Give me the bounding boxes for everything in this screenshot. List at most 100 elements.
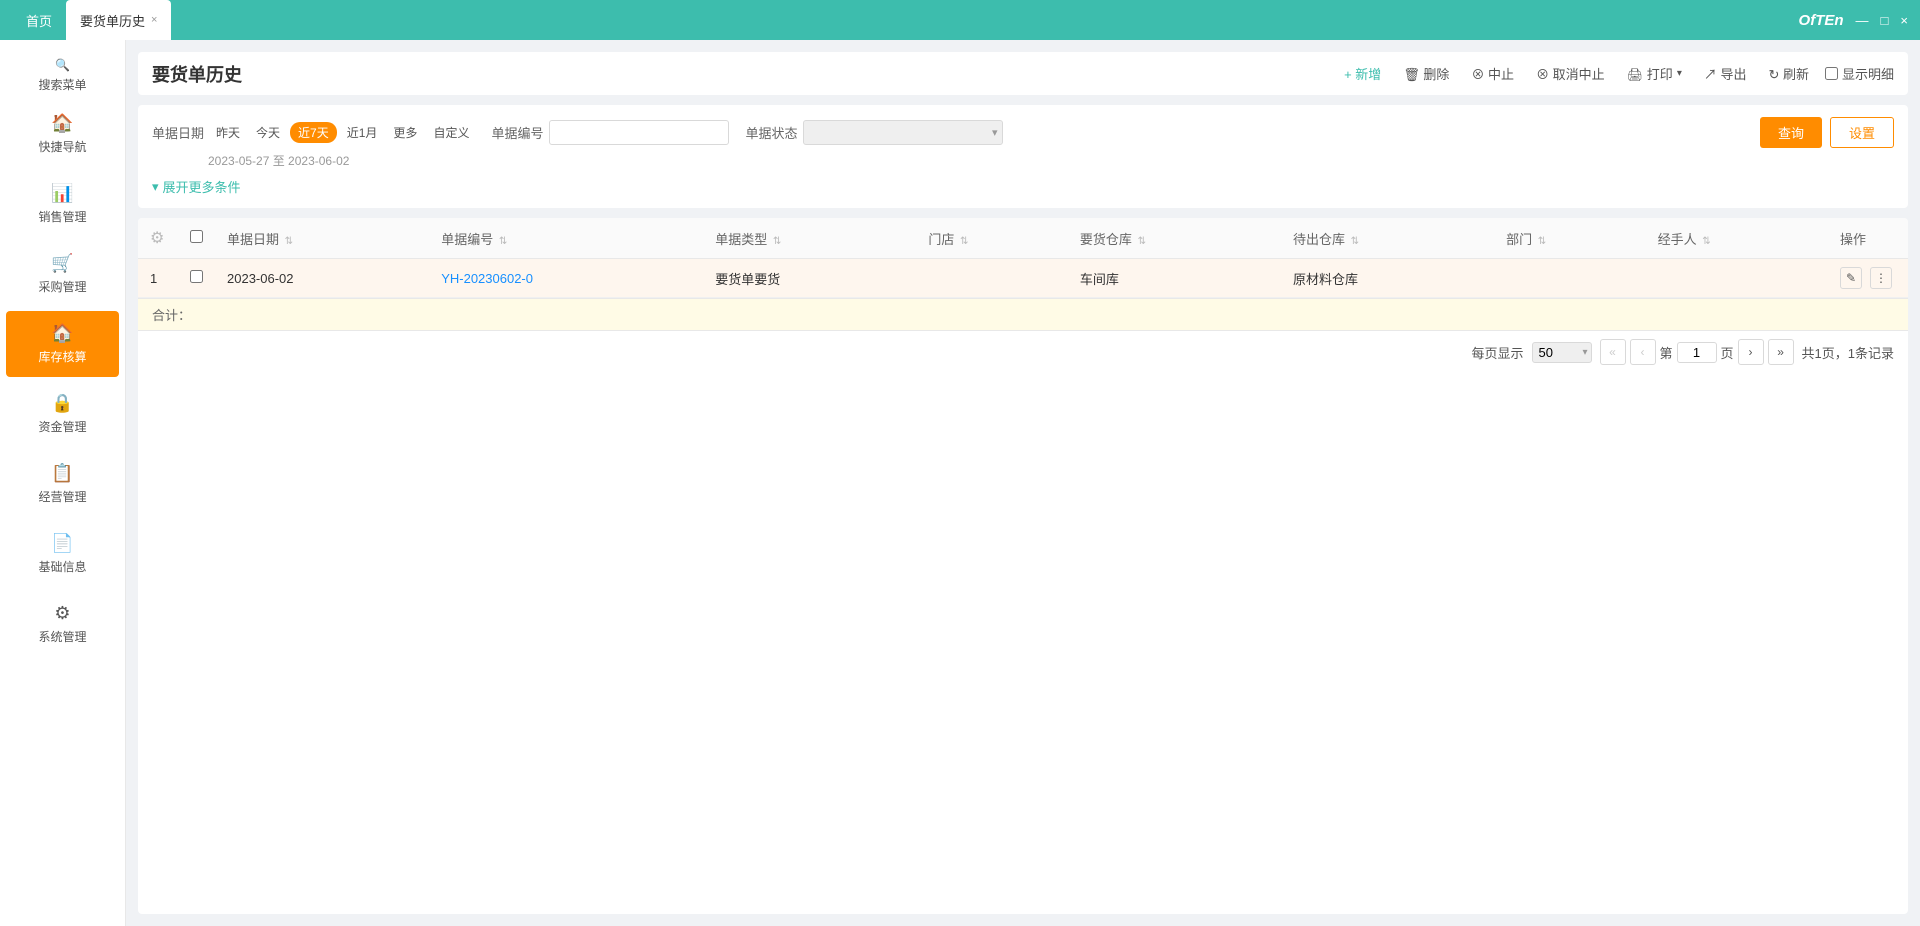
shortcut-1month[interactable]: 近1月 [341,122,384,143]
th-warehouse: 要货仓库 ⇅ [1068,218,1281,259]
sidebar-item-basic[interactable]: 📄 基础信息 [6,521,119,587]
page-input[interactable] [1677,342,1717,363]
print-arrow-icon: ▾ [1677,68,1682,79]
shortcut-7days[interactable]: 近7天 [290,122,337,143]
page-unit: 页 [1721,343,1734,362]
row-edit-btn[interactable]: ✎ [1840,267,1862,289]
filter-settings-button[interactable]: 设置 [1830,117,1894,148]
inventory-icon: 🏠 [51,323,73,344]
finance-icon: 🔒 [51,393,73,414]
date-filter: 单据日期 昨天 今天 近7天 近1月 更多 自定义 [152,122,475,143]
table-row: 1 2023-06-02 YH-20230602-0 要货单要货 车间库 原材料… [138,259,1908,298]
page-nav: « ‹ 第 页 › » [1600,339,1794,365]
export-button[interactable]: ↗ 导出 [1698,60,1753,87]
page-title-bar: 要货单历史 + 新增 🗑 删除 ⊗ 中止 ⊗ 取消中止 🖨 打印 ▾ [138,52,1908,95]
th-orderno-label: 单据编号 [441,232,493,247]
sort-type-icon[interactable]: ⇅ [773,236,781,247]
row-pending-warehouse: 原材料仓库 [1281,259,1494,298]
content-area: 要货单历史 + 新增 🗑 删除 ⊗ 中止 ⊗ 取消中止 🖨 打印 ▾ [126,40,1920,926]
search-icon: 🔍 [55,58,70,72]
sort-store-icon[interactable]: ⇅ [960,236,968,247]
sidebar-item-sales[interactable]: 📊 销售管理 [6,171,119,237]
shortcut-today[interactable]: 今天 [250,122,286,143]
last-page-btn[interactable]: » [1768,339,1794,365]
shortcut-custom[interactable]: 自定义 [427,122,475,143]
sort-warehouse-icon[interactable]: ⇅ [1138,236,1146,247]
sidebar-search[interactable]: 🔍 搜索菜单 [0,48,125,99]
sort-date-icon[interactable]: ⇅ [285,236,293,247]
toolbar: + 新增 🗑 删除 ⊗ 中止 ⊗ 取消中止 🖨 打印 ▾ ↗ 导出 [1338,60,1894,87]
display-detail-toggle[interactable]: 显示明细 [1825,64,1894,83]
sort-dept-icon[interactable]: ⇅ [1538,236,1546,247]
orderno-label: 单据编号 [491,123,543,142]
sales-icon: 📊 [51,183,73,204]
tab-order-history[interactable]: 要货单历史 × [66,0,171,40]
select-all-checkbox[interactable] [190,230,203,243]
display-detail-checkbox[interactable] [1825,67,1838,80]
checkbox-col-header [178,218,215,259]
sidebar-item-operations[interactable]: 📋 经营管理 [6,451,119,517]
date-range-display: 2023-05-27 至 2023-06-02 [152,152,1894,169]
page-size-label: 每页显示 [1471,343,1523,362]
expand-more-btn[interactable]: ▾ 展开更多条件 [152,177,1894,196]
table-settings-icon[interactable]: ⚙ [150,230,164,247]
th-type-label: 单据类型 [715,232,767,247]
refresh-button[interactable]: ↻ 刷新 [1762,60,1815,87]
sidebar-item-shortcut[interactable]: 🏠 快捷导航 [6,101,119,167]
orderno-input[interactable] [549,120,729,145]
stop-label: ⊗ 中止 [1471,64,1514,83]
row-select-checkbox[interactable] [190,270,203,283]
maximize-btn[interactable]: □ [1881,13,1889,28]
cancel-stop-button[interactable]: ⊗ 取消中止 [1530,60,1611,87]
minimize-btn[interactable]: — [1856,13,1869,28]
new-label: + 新增 [1344,64,1381,83]
close-btn[interactable]: × [1900,13,1908,28]
filter-bar: 单据日期 昨天 今天 近7天 近1月 更多 自定义 单据编号 [138,105,1908,208]
new-button[interactable]: + 新增 [1338,60,1387,87]
query-button[interactable]: 查询 [1760,117,1822,148]
sidebar-item-inventory[interactable]: 🏠 库存核算 [6,311,119,377]
sidebar-item-system[interactable]: ⚙ 系统管理 [6,591,119,657]
sidebar-item-purchase[interactable]: 🛒 采购管理 [6,241,119,307]
first-page-btn[interactable]: « [1600,339,1626,365]
page-size-select[interactable]: 50 20 100 [1532,342,1592,363]
window-controls: OfTEn — □ × [1799,12,1908,29]
sidebar-item-finance-label: 资金管理 [38,418,86,435]
sidebar-item-finance[interactable]: 🔒 资金管理 [6,381,119,447]
th-department: 部门 ⇅ [1494,218,1646,259]
sidebar: 🔍 搜索菜单 🏠 快捷导航 📊 销售管理 🛒 采购管理 🏠 库存核算 🔒 资金管… [0,40,126,926]
data-table: ⚙ 单据日期 ⇅ 单据编号 ⇅ [138,218,1908,298]
next-page-btn[interactable]: › [1738,339,1764,365]
sidebar-search-label: 搜索菜单 [38,76,86,93]
sidebar-item-system-label: 系统管理 [38,628,86,645]
stop-button[interactable]: ⊗ 中止 [1465,60,1520,87]
prev-page-btn[interactable]: ‹ [1630,339,1656,365]
shortcut-more[interactable]: 更多 [387,122,423,143]
settings-col-header: ⚙ [138,218,178,259]
status-select[interactable] [803,120,1003,145]
print-button[interactable]: 🖨 打印 ▾ [1621,60,1688,87]
th-date-label: 单据日期 [227,232,279,247]
row-orderno: YH-20230602-0 [429,259,703,298]
delete-button[interactable]: 🗑 删除 [1397,60,1455,87]
table-body: 1 2023-06-02 YH-20230602-0 要货单要货 车间库 原材料… [138,259,1908,298]
sort-handler-icon[interactable]: ⇅ [1702,236,1710,247]
pagination-bar: 每页显示 50 20 100 ▾ « ‹ 第 页 › » [138,330,1908,373]
date-filter-label: 单据日期 [152,123,204,142]
shortcut-yesterday[interactable]: 昨天 [210,122,246,143]
row-orderno-link[interactable]: YH-20230602-0 [441,271,533,286]
th-ops-label: 操作 [1840,232,1866,247]
th-ops: 操作 [1828,218,1908,259]
sort-pending-icon[interactable]: ⇅ [1351,236,1359,247]
status-filter: 单据状态 ▾ [745,120,1003,145]
sort-orderno-icon[interactable]: ⇅ [499,236,507,247]
tab-home[interactable]: 首页 [12,0,66,40]
orderno-filter: 单据编号 [491,120,729,145]
th-pending-warehouse-label: 待出仓库 [1293,232,1345,247]
brand-label: OfTEn [1799,12,1844,29]
close-tab-icon[interactable]: × [151,14,157,26]
th-type: 单据类型 ⇅ [703,218,916,259]
table-header-row: ⚙ 单据日期 ⇅ 单据编号 ⇅ [138,218,1908,259]
row-more-btn[interactable]: ⋮ [1870,267,1892,289]
sidebar-item-operations-label: 经营管理 [38,488,86,505]
